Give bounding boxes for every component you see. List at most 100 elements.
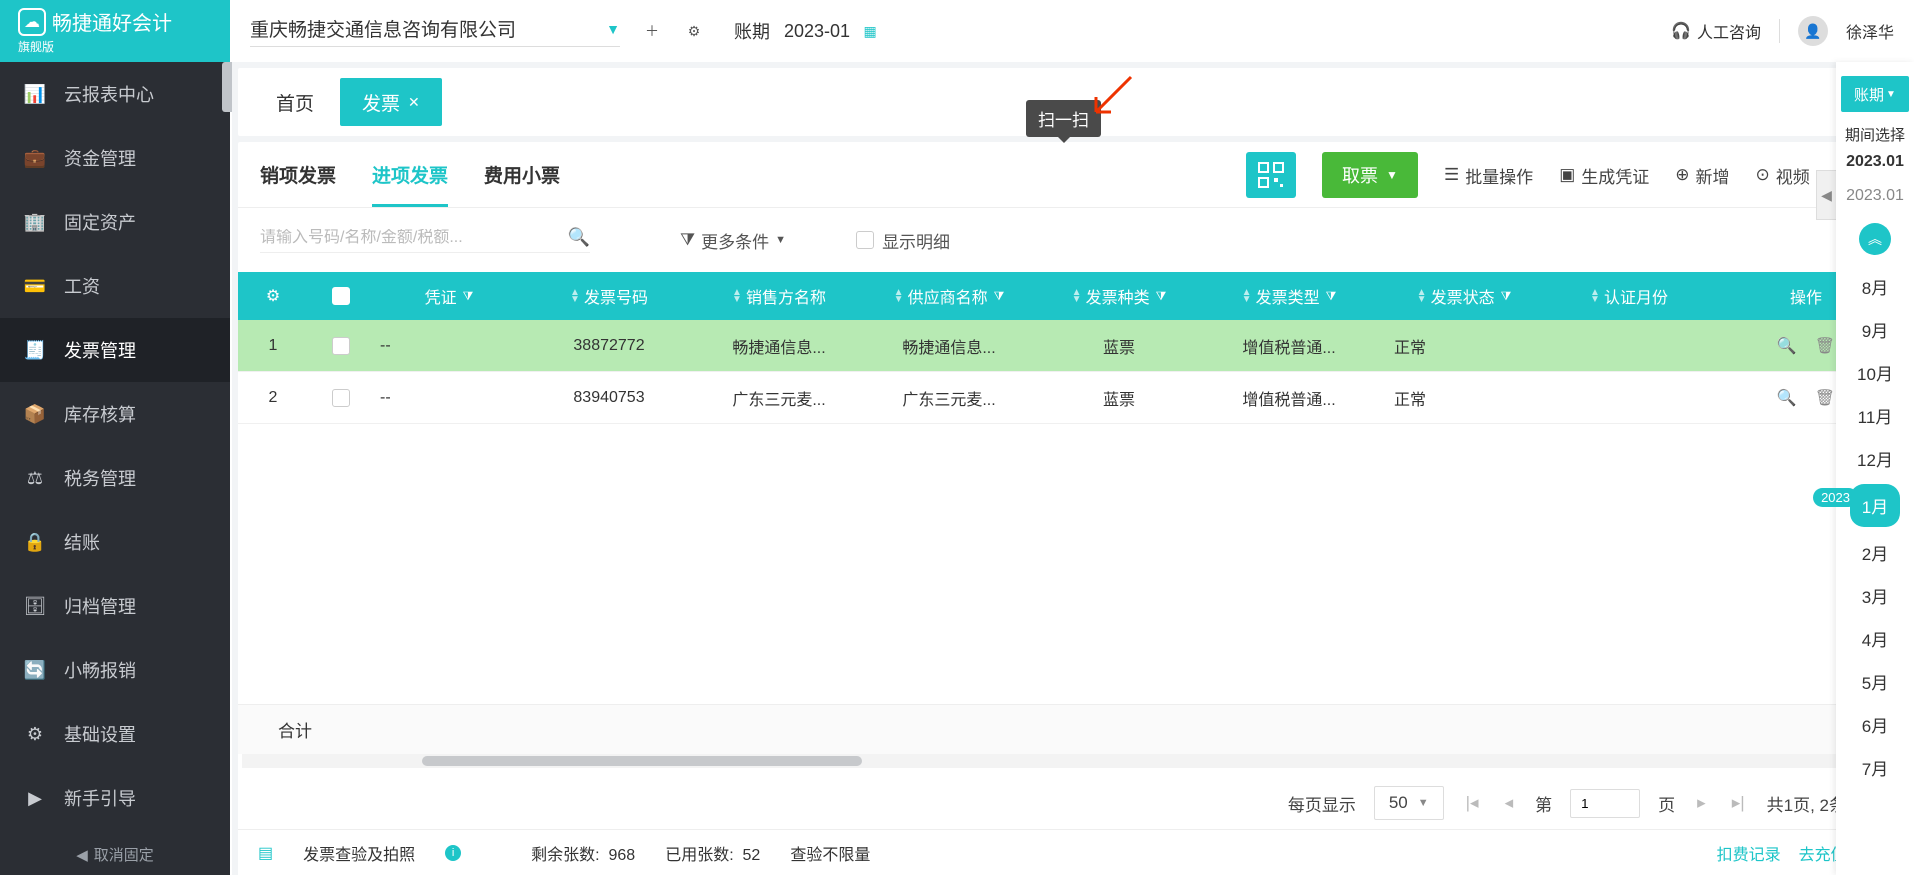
last-page-button[interactable]: ▸| [1728,793,1749,813]
cell-type: 增值税普通... [1204,334,1374,358]
add-label: 新增 [1696,163,1730,188]
sidebar-item-2[interactable]: 🏢固定资产 [0,190,230,254]
lock-icon: 🔒 [24,531,46,553]
sidebar-item-label: 税务管理 [64,465,136,491]
add-button[interactable]: ⊕新增 [1675,163,1729,188]
month-item[interactable]: 6月 [1836,703,1914,746]
sub-tab-2[interactable]: 费用小票 [484,143,560,206]
next-page-button[interactable]: ▸ [1693,793,1710,813]
period-year-current[interactable]: 2023.01 [1846,145,1904,179]
info-icon[interactable]: i [445,845,461,861]
horizontal-scrollbar[interactable] [242,754,1904,768]
page-tab-0[interactable]: 首页 [254,78,336,126]
period-panel: 账期 ▼ 期间选择 2023.01 2023.01 ︽ 8月9月10月11月12… [1836,62,1914,875]
per-page-label: 每页显示 [1288,791,1356,816]
settings-column[interactable]: ⚙ [238,286,308,306]
table-row[interactable]: 2--83940753广东三元麦...广东三元麦...蓝票增值税普通...正常🔍… [238,372,1908,424]
month-item[interactable]: 5月 [1836,660,1914,703]
page-input[interactable] [1570,789,1640,818]
add-icon[interactable]: ＋ [642,21,662,41]
video-button[interactable]: ⊙视频 [1756,163,1810,188]
delete-icon[interactable]: 🗑 [1815,336,1835,356]
search-icon[interactable]: 🔍 [568,227,590,248]
sidebar-item-11[interactable]: ▶新手引导 [0,766,230,830]
delete-icon[interactable]: 🗑 [1815,388,1835,408]
more-filters-button[interactable]: ⧩ 更多条件 ▼ [680,228,786,253]
month-item[interactable]: 8月 [1836,265,1914,308]
sidebar: 📊云报表中心💼资金管理🏢固定资产💳工资🧾发票管理📦库存核算⚖税务管理🔒结账🗄归档… [0,62,230,875]
checkbox[interactable] [856,231,874,249]
tab-label: 首页 [276,89,314,116]
search-input[interactable] [260,229,568,247]
month-item[interactable]: 2月 [1836,531,1914,574]
filter-row: 🔍 ⧩ 更多条件 ▼ 显示明细 [238,208,1908,272]
month-item[interactable]: 12月 [1836,437,1914,480]
row-checkbox[interactable] [308,389,374,407]
sidebar-item-9[interactable]: 🔄小畅报销 [0,638,230,702]
month-item[interactable]: 10月 [1836,351,1914,394]
batch-button[interactable]: ☰批量操作 [1444,163,1533,188]
month-item[interactable]: 9月 [1836,308,1914,351]
panel-collapse-button[interactable]: ◀ [1816,170,1836,220]
voucher-button[interactable]: ▣生成凭证 [1559,163,1649,188]
month-item[interactable]: 11月 [1836,394,1914,437]
month-item[interactable]: 7月 [1836,746,1914,789]
sidebar-item-4[interactable]: 🧾发票管理 [0,318,230,382]
sidebar-item-7[interactable]: 🔒结账 [0,510,230,574]
calendar-icon[interactable]: ▦ [860,21,880,41]
view-icon[interactable]: 🔍 [1777,388,1797,408]
col-number[interactable]: ▲▼发票号码 [524,284,694,308]
prev-page-button[interactable]: ◂ [1501,793,1518,813]
month-item[interactable]: 4月 [1836,617,1914,660]
settings-icon[interactable]: ⚙ [684,21,704,41]
list-icon: ☰ [1444,165,1459,185]
qr-icon [1258,162,1284,188]
unlimited-label: 查验不限量 [790,841,870,865]
sidebar-item-10[interactable]: ⚙基础设置 [0,702,230,766]
row-checkbox[interactable] [308,337,374,355]
show-detail-toggle[interactable]: 显示明细 [856,228,950,253]
per-page-select[interactable]: 50▼ [1374,786,1444,820]
col-month[interactable]: ▲▼认证月份 [1554,284,1704,308]
col-status[interactable]: ▲▼发票状态⧩ [1374,284,1554,308]
sub-tab-1[interactable]: 进项发票 [372,143,448,206]
year-badge: 2023 [1813,488,1858,507]
invoice-table: ⚙ 凭证⧩ ▲▼发票号码 ▲▼销售方名称 ▲▼供应商名称⧩ ▲▼发票种类⧩ ▲▼… [238,272,1908,768]
sidebar-item-0[interactable]: 📊云报表中心 [0,62,230,126]
scroll-up-button[interactable]: ︽ [1859,223,1891,255]
fetch-button[interactable]: 取票 ▼ [1322,152,1418,198]
page-tab-1[interactable]: 发票✕ [340,78,442,126]
tab-close-icon[interactable]: ✕ [408,94,420,111]
table-row[interactable]: 1--38872772畅捷通信息...畅捷通信息...蓝票增值税普通...正常🔍… [238,320,1908,372]
sub-tab-0[interactable]: 销项发票 [260,143,336,206]
page-suffix: 页 [1658,791,1675,816]
first-page-button[interactable]: |◂ [1462,793,1483,813]
col-supplier[interactable]: ▲▼供应商名称⧩ [864,284,1034,308]
sort-icon: ▲▼ [894,289,904,303]
month-item[interactable]: 1月 [1850,484,1900,527]
sidebar-item-8[interactable]: 🗄归档管理 [0,574,230,638]
fee-log-link[interactable]: 扣费记录 [1717,841,1781,865]
scan-qr-button[interactable] [1246,152,1296,198]
col-kind[interactable]: ▲▼发票种类⧩ [1034,284,1204,308]
sidebar-unpin[interactable]: ◀取消固定 [0,830,230,875]
month-item[interactable]: 3月 [1836,574,1914,617]
col-type[interactable]: ▲▼发票类型⧩ [1204,284,1374,308]
avatar[interactable]: 👤 [1798,16,1828,46]
view-icon[interactable]: 🔍 [1777,336,1797,356]
sum-row: 合计 [238,704,1908,754]
sidebar-item-6[interactable]: ⚖税务管理 [0,446,230,510]
col-voucher[interactable]: 凭证⧩ [374,284,524,308]
sidebar-item-3[interactable]: 💳工资 [0,254,230,318]
period-button[interactable]: 账期 ▼ [1841,76,1909,112]
support-link[interactable]: 🎧 人工咨询 [1671,19,1761,43]
chevron-down-icon: ▼ [1886,89,1896,100]
company-selector[interactable]: 重庆畅捷交通信息咨询有限公司 ▼ [250,15,620,47]
period-year-alt[interactable]: 2023.01 [1846,179,1904,213]
select-all-column[interactable] [308,287,374,305]
col-seller[interactable]: ▲▼销售方名称 [694,284,864,308]
sidebar-item-5[interactable]: 📦库存核算 [0,382,230,446]
scrollbar-thumb[interactable] [422,756,862,766]
sidebar-item-1[interactable]: 💼资金管理 [0,126,230,190]
row-index: 2 [238,389,308,407]
